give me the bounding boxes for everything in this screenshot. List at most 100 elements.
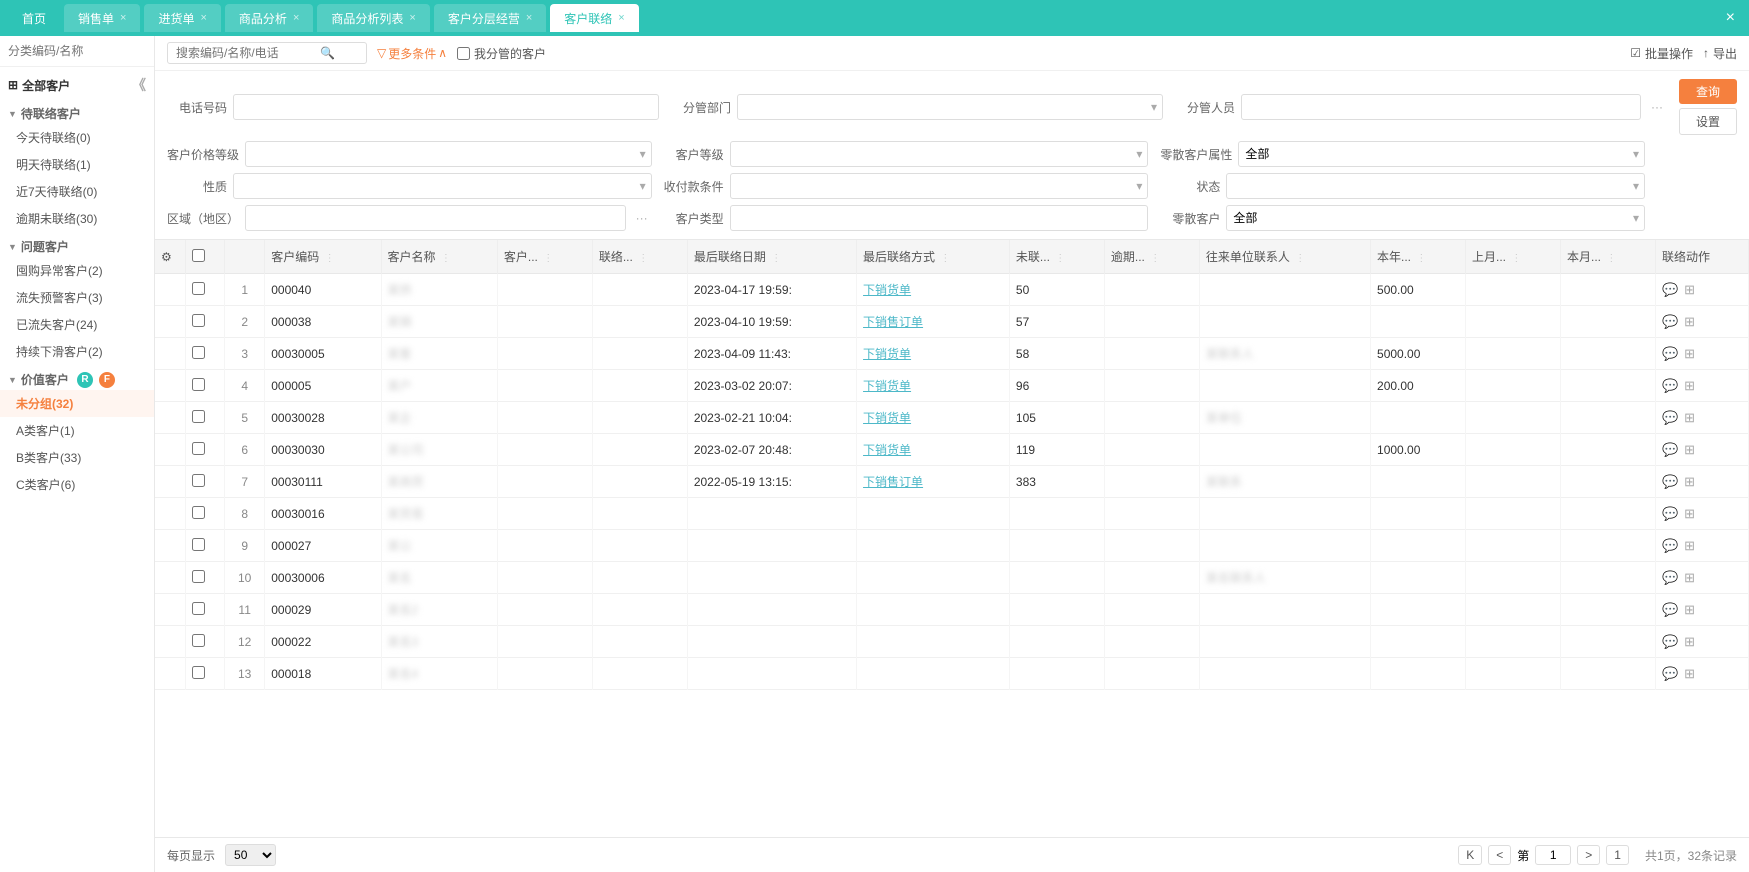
- qr-icon[interactable]: ⊞: [1684, 442, 1695, 458]
- batch-operation-button[interactable]: ☑ 批量操作: [1630, 45, 1693, 62]
- name-col-header[interactable]: 客户名称 ⋮: [381, 240, 497, 274]
- sidebar-item-class-b[interactable]: B类客户(33): [0, 444, 154, 471]
- last-date-col-header[interactable]: 最后联络日期 ⋮: [687, 240, 856, 274]
- qr-icon[interactable]: ⊞: [1684, 634, 1695, 650]
- row-last-method-cell[interactable]: 下销货单: [857, 434, 1010, 466]
- row-checkbox-cell[interactable]: [185, 658, 225, 690]
- contact-method-link[interactable]: 下销货单: [863, 283, 911, 297]
- contact-method-link[interactable]: 下销售订单: [863, 475, 923, 489]
- row-checkbox[interactable]: [192, 282, 205, 295]
- close-icon[interactable]: ×: [618, 12, 624, 24]
- row-checkbox[interactable]: [192, 538, 205, 551]
- row-checkbox-cell[interactable]: [185, 402, 225, 434]
- row-checkbox-cell[interactable]: [185, 306, 225, 338]
- nature-select[interactable]: [233, 173, 652, 199]
- row-last-method-cell[interactable]: [857, 562, 1010, 594]
- qr-icon[interactable]: ⊞: [1684, 282, 1695, 298]
- qr-icon[interactable]: ⊞: [1684, 410, 1695, 426]
- row-last-method-cell[interactable]: 下销货单: [857, 370, 1010, 402]
- row-checkbox-cell[interactable]: [185, 562, 225, 594]
- code-col-header[interactable]: 客户编码 ⋮: [265, 240, 381, 274]
- contact-method-link[interactable]: 下销货单: [863, 443, 911, 457]
- retail-customer-select[interactable]: 全部: [1226, 205, 1645, 231]
- dept-select[interactable]: [737, 94, 1163, 120]
- tab-customer-contact[interactable]: 客户联络 ×: [550, 4, 638, 32]
- row-last-method-cell[interactable]: 下销货单: [857, 274, 1010, 306]
- message-icon[interactable]: 💬: [1662, 346, 1678, 362]
- payment-select[interactable]: [730, 173, 1149, 199]
- message-icon[interactable]: 💬: [1662, 666, 1678, 682]
- close-icon[interactable]: ×: [293, 12, 299, 24]
- search-icon[interactable]: 🔍: [320, 46, 335, 60]
- row-checkbox[interactable]: [192, 570, 205, 583]
- row-checkbox[interactable]: [192, 602, 205, 615]
- tab-customer-segment[interactable]: 客户分层经营 ×: [434, 4, 546, 32]
- row-checkbox-cell[interactable]: [185, 466, 225, 498]
- region-dots-button[interactable]: ···: [632, 211, 652, 225]
- qr-icon[interactable]: ⊞: [1684, 570, 1695, 586]
- per-page-select[interactable]: 50 100 200: [225, 844, 276, 866]
- row-checkbox[interactable]: [192, 634, 205, 647]
- tab-salesorder[interactable]: 销售单 ×: [64, 4, 140, 32]
- last-month-col-header[interactable]: 上月... ⋮: [1466, 240, 1561, 274]
- my-customers-check[interactable]: [457, 47, 470, 60]
- row-checkbox[interactable]: [192, 442, 205, 455]
- qr-icon[interactable]: ⊞: [1684, 474, 1695, 490]
- tab-product-list[interactable]: 商品分析列表 ×: [317, 4, 429, 32]
- row-last-method-cell[interactable]: [857, 498, 1010, 530]
- sidebar-item-declining[interactable]: 持续下滑客户(2): [0, 338, 154, 365]
- phone-input[interactable]: [233, 94, 659, 120]
- message-icon[interactable]: 💬: [1662, 570, 1678, 586]
- export-button[interactable]: ↑ 导出: [1703, 45, 1737, 62]
- row-checkbox-cell[interactable]: [185, 626, 225, 658]
- checkbox-col-header[interactable]: [185, 240, 225, 274]
- message-icon[interactable]: 💬: [1662, 474, 1678, 490]
- qr-icon[interactable]: ⊞: [1684, 314, 1695, 330]
- contact-method-link[interactable]: 下销货单: [863, 411, 911, 425]
- sidebar-item-overdue[interactable]: 逾期未联络(30): [0, 205, 154, 232]
- qr-icon[interactable]: ⊞: [1684, 346, 1695, 362]
- message-icon[interactable]: 💬: [1662, 314, 1678, 330]
- row-checkbox-cell[interactable]: [185, 434, 225, 466]
- this-month-col-header[interactable]: 本月... ⋮: [1560, 240, 1655, 274]
- reset-button[interactable]: 设置: [1679, 108, 1737, 135]
- message-icon[interactable]: 💬: [1662, 442, 1678, 458]
- sidebar-item-today[interactable]: 今天待联络(0): [0, 124, 154, 151]
- region-input[interactable]: [245, 205, 626, 231]
- customer-type-input[interactable]: [730, 205, 1149, 231]
- retail-attr-select[interactable]: 全部: [1238, 141, 1645, 167]
- sidebar-item-abnormal[interactable]: 囤购异常客户(2): [0, 257, 154, 284]
- query-button[interactable]: 查询: [1679, 79, 1737, 104]
- sidebar-item-ungroup[interactable]: 未分组(32): [0, 390, 154, 417]
- prev-page-button[interactable]: <: [1488, 845, 1511, 865]
- row-checkbox[interactable]: [192, 506, 205, 519]
- overdue-col-header[interactable]: 逾期... ⋮: [1104, 240, 1199, 274]
- qr-icon[interactable]: ⊞: [1684, 378, 1695, 394]
- row-checkbox[interactable]: [192, 378, 205, 391]
- row-last-method-cell[interactable]: [857, 530, 1010, 562]
- home-tab[interactable]: 首页: [8, 0, 60, 36]
- sidebar-all-customers[interactable]: ⊞ 全部客户 《: [0, 67, 154, 99]
- row-checkbox[interactable]: [192, 346, 205, 359]
- row-last-method-cell[interactable]: 下销售订单: [857, 306, 1010, 338]
- message-icon[interactable]: 💬: [1662, 378, 1678, 394]
- message-icon[interactable]: 💬: [1662, 506, 1678, 522]
- price-level-select[interactable]: [245, 141, 652, 167]
- last-method-col-header[interactable]: 最后联络方式 ⋮: [857, 240, 1010, 274]
- window-close-button[interactable]: ×: [1720, 9, 1741, 27]
- message-icon[interactable]: 💬: [1662, 282, 1678, 298]
- manager-input[interactable]: [1241, 94, 1641, 120]
- row-checkbox-cell[interactable]: [185, 530, 225, 562]
- row-checkbox[interactable]: [192, 474, 205, 487]
- qr-icon[interactable]: ⊞: [1684, 602, 1695, 618]
- status-select[interactable]: [1226, 173, 1645, 199]
- row-checkbox[interactable]: [192, 666, 205, 679]
- contact-method-link[interactable]: 下销售订单: [863, 315, 923, 329]
- sidebar-item-class-a[interactable]: A类客户(1): [0, 417, 154, 444]
- message-icon[interactable]: 💬: [1662, 634, 1678, 650]
- row-checkbox-cell[interactable]: [185, 370, 225, 402]
- search-input[interactable]: [176, 46, 316, 60]
- row-checkbox-cell[interactable]: [185, 498, 225, 530]
- settings-col-header[interactable]: ⚙: [155, 240, 185, 274]
- qr-icon[interactable]: ⊞: [1684, 506, 1695, 522]
